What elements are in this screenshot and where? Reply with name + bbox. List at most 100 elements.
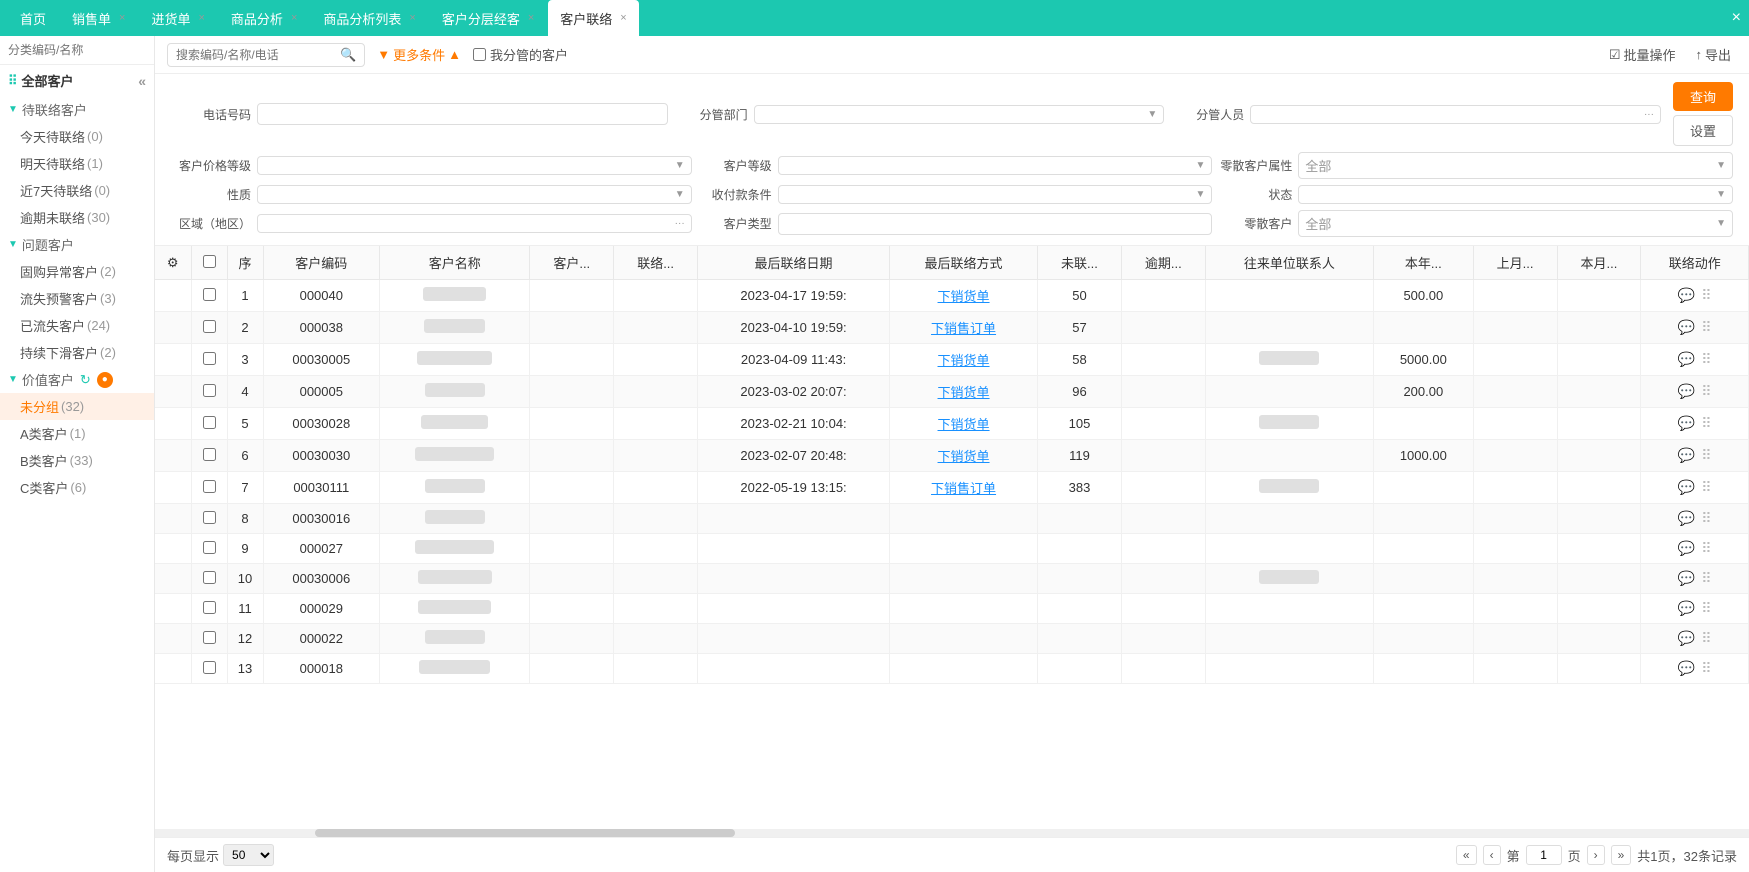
per-page-select[interactable]: 50 20 100	[223, 844, 274, 866]
tab-customer-layer[interactable]: 客户分层经客 ×	[430, 0, 546, 36]
grid-action-icon[interactable]: ⠿	[1701, 540, 1711, 557]
price-level-select[interactable]: ▼	[257, 156, 692, 175]
chat-action-icon[interactable]: 💬	[1678, 447, 1695, 464]
chat-action-icon[interactable]: 💬	[1678, 600, 1695, 617]
col-check[interactable]	[191, 246, 227, 280]
row-check[interactable]	[191, 594, 227, 624]
sidebar-item-churned[interactable]: 已流失客户 (24)	[0, 312, 154, 339]
close-all-tabs[interactable]: ×	[1732, 9, 1741, 27]
row-check[interactable]	[191, 376, 227, 408]
row-check[interactable]	[191, 312, 227, 344]
close-customer-layer-tab[interactable]: ×	[528, 12, 534, 24]
grid-action-icon[interactable]: ⠿	[1701, 630, 1711, 647]
refresh-icon[interactable]: ↻	[80, 372, 91, 388]
sidebar-item-today-pending[interactable]: 今天待联络 (0)	[0, 123, 154, 150]
status-select[interactable]: ▼	[1298, 185, 1733, 204]
grid-action-icon[interactable]: ⠿	[1701, 319, 1711, 336]
nature-select[interactable]: ▼	[257, 185, 692, 204]
grid-action-icon[interactable]: ⠿	[1701, 479, 1711, 496]
col-settings[interactable]: ⚙	[155, 246, 191, 280]
next-page-button[interactable]: ›	[1587, 845, 1605, 865]
last-way-link[interactable]: 下销售订单	[931, 321, 996, 336]
last-page-button[interactable]: »	[1611, 845, 1632, 865]
row-checkbox[interactable]	[203, 631, 216, 644]
horizontal-scrollbar[interactable]	[155, 829, 1749, 837]
grid-action-icon[interactable]: ⠿	[1701, 660, 1711, 677]
chat-action-icon[interactable]: 💬	[1678, 383, 1695, 400]
tab-home[interactable]: 首页	[8, 0, 58, 36]
my-customers-checkbox[interactable]	[473, 48, 486, 61]
chat-action-icon[interactable]: 💬	[1678, 630, 1695, 647]
grid-action-icon[interactable]: ⠿	[1701, 570, 1711, 587]
sidebar-item-overdue-pending[interactable]: 逾期未联络 (30)	[0, 204, 154, 231]
grid-action-icon[interactable]: ⠿	[1701, 287, 1711, 304]
region-select[interactable]: ···	[257, 214, 692, 233]
group-value-header[interactable]: ▼ 价值客户 ↻ ●	[0, 366, 154, 393]
row-checkbox[interactable]	[203, 416, 216, 429]
row-checkbox[interactable]	[203, 480, 216, 493]
row-check[interactable]	[191, 440, 227, 472]
chat-action-icon[interactable]: 💬	[1678, 319, 1695, 336]
dept-select[interactable]: ▼	[754, 105, 1165, 124]
sidebar-item-7days-pending[interactable]: 近7天待联络 (0)	[0, 177, 154, 204]
tab-purchase[interactable]: 进货单 ×	[139, 0, 216, 36]
row-check[interactable]	[191, 654, 227, 684]
grid-action-icon[interactable]: ⠿	[1701, 447, 1711, 464]
batch-operation-button[interactable]: ☑ 批量操作	[1603, 42, 1682, 67]
page-input[interactable]	[1526, 845, 1562, 865]
last-way-link[interactable]: 下销货单	[938, 385, 990, 400]
row-check[interactable]	[191, 280, 227, 312]
my-customers-filter[interactable]: 我分管的客户	[473, 45, 568, 64]
customer-type-input[interactable]	[778, 213, 1213, 235]
last-way-link[interactable]: 下销货单	[938, 353, 990, 368]
chat-action-icon[interactable]: 💬	[1678, 660, 1695, 677]
chat-action-icon[interactable]: 💬	[1678, 415, 1695, 432]
grid-action-icon[interactable]: ⠿	[1701, 415, 1711, 432]
row-checkbox[interactable]	[203, 288, 216, 301]
row-check[interactable]	[191, 408, 227, 440]
scatter-customer-select[interactable]: 全部 ▼	[1298, 210, 1733, 237]
last-way-link[interactable]: 下销货单	[938, 289, 990, 304]
query-button[interactable]: 查询	[1673, 82, 1733, 111]
sidebar-item-tomorrow-pending[interactable]: 明天待联络 (1)	[0, 150, 154, 177]
scroll-thumb[interactable]	[315, 829, 735, 837]
chat-action-icon[interactable]: 💬	[1678, 351, 1695, 368]
row-checkbox[interactable]	[203, 661, 216, 674]
row-check[interactable]	[191, 344, 227, 376]
chat-action-icon[interactable]: 💬	[1678, 510, 1695, 527]
sidebar-item-typeB[interactable]: B类客户 (33)	[0, 447, 154, 474]
tab-product-analysis[interactable]: 商品分析 ×	[219, 0, 309, 36]
tab-sales[interactable]: 销售单 ×	[60, 0, 137, 36]
first-page-button[interactable]: «	[1456, 845, 1477, 865]
sidebar-item-typeC[interactable]: C类客户 (6)	[0, 474, 154, 501]
grid-action-icon[interactable]: ⠿	[1701, 351, 1711, 368]
grid-action-icon[interactable]: ⠿	[1701, 510, 1711, 527]
last-way-link[interactable]: 下销售订单	[931, 481, 996, 496]
group-problem-header[interactable]: ▼ 问题客户	[0, 231, 154, 258]
sidebar-search-input[interactable]	[8, 43, 155, 57]
sidebar-item-typeA[interactable]: A类客户 (1)	[0, 420, 154, 447]
filter-search-icon[interactable]: 🔍	[340, 47, 356, 63]
prev-page-button[interactable]: ‹	[1483, 845, 1501, 865]
reset-button[interactable]: 设置	[1673, 115, 1733, 146]
more-filters-button[interactable]: ▼ 更多条件 ▲	[377, 45, 461, 64]
tab-product-list[interactable]: 商品分析列表 ×	[311, 0, 427, 36]
scatter-attr-select[interactable]: 全部 ▼	[1298, 152, 1733, 179]
chat-action-icon[interactable]: 💬	[1678, 540, 1695, 557]
row-checkbox[interactable]	[203, 541, 216, 554]
close-product-analysis-tab[interactable]: ×	[291, 12, 297, 24]
row-check[interactable]	[191, 504, 227, 534]
row-check[interactable]	[191, 472, 227, 504]
row-check[interactable]	[191, 564, 227, 594]
row-checkbox[interactable]	[203, 511, 216, 524]
row-checkbox[interactable]	[203, 384, 216, 397]
chat-action-icon[interactable]: 💬	[1678, 570, 1695, 587]
payment-select[interactable]: ▼	[778, 185, 1213, 204]
row-checkbox[interactable]	[203, 571, 216, 584]
sidebar-item-churn-warning[interactable]: 流失预警客户 (3)	[0, 285, 154, 312]
row-checkbox[interactable]	[203, 601, 216, 614]
phone-input[interactable]	[257, 103, 668, 125]
row-check[interactable]	[191, 534, 227, 564]
tab-customer-contact[interactable]: 客户联络 ×	[548, 0, 638, 36]
manager-select[interactable]: ···	[1250, 105, 1661, 124]
